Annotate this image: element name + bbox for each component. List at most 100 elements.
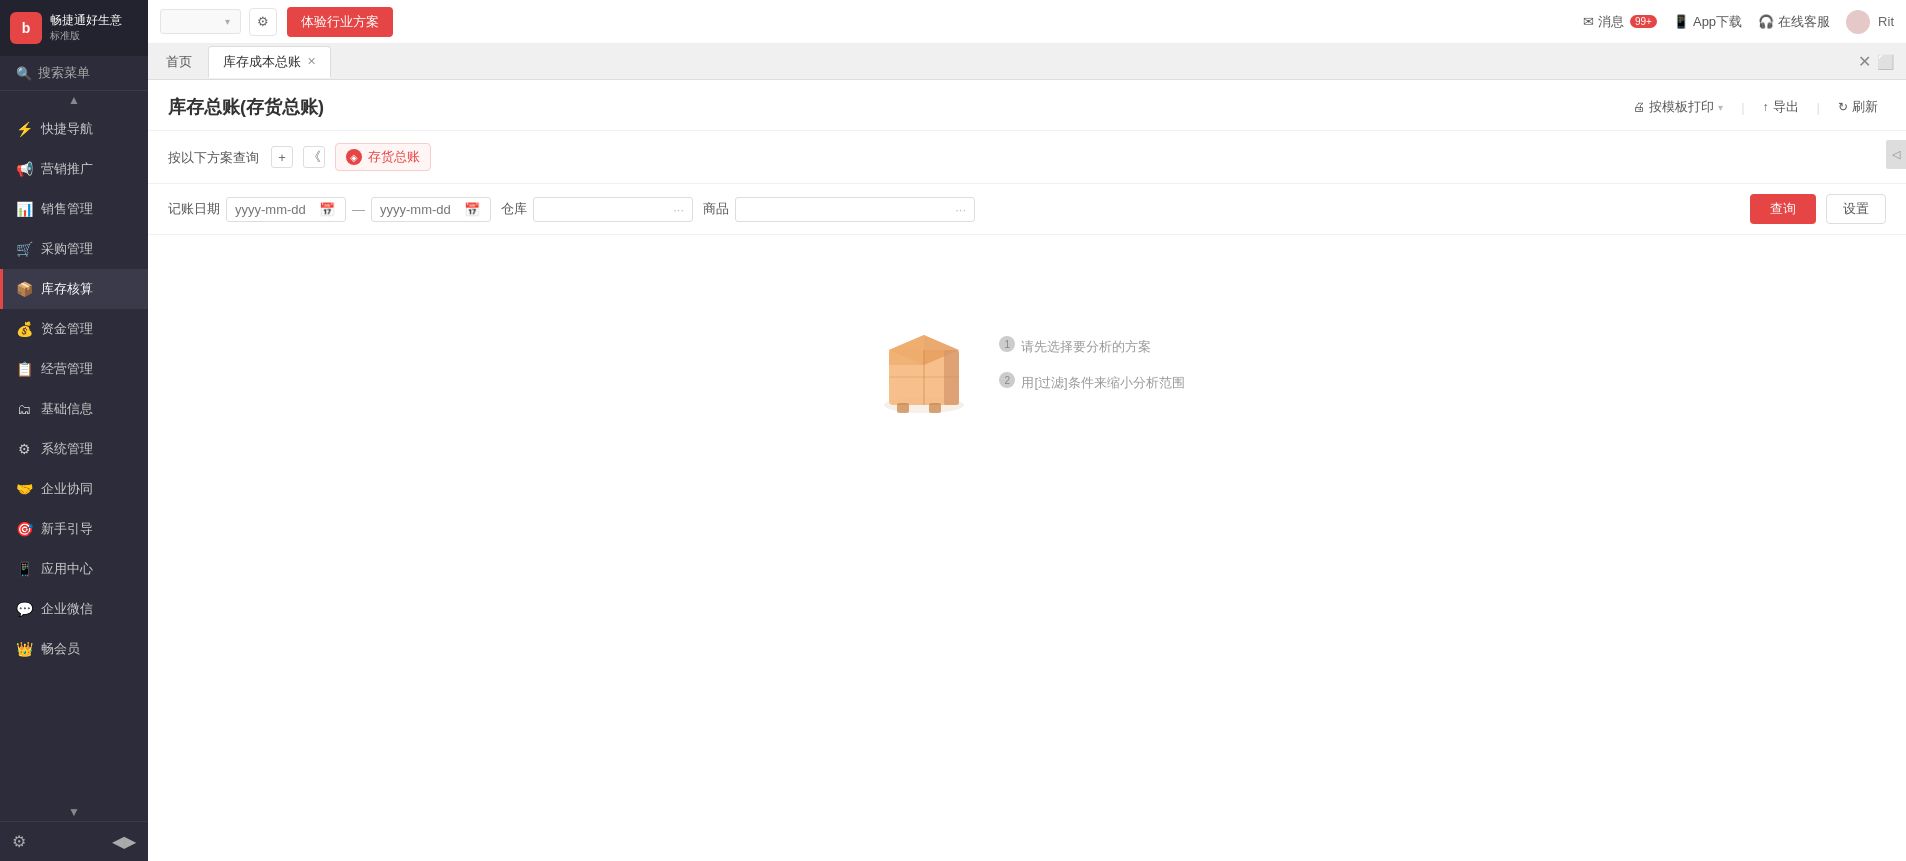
online-service-btn[interactable]: 🎧 在线客服 xyxy=(1758,13,1830,31)
tab-inventory-cost-ledger[interactable]: 库存成本总账 ✕ xyxy=(208,46,331,78)
sidebar-item-sales[interactable]: 📊 销售管理 xyxy=(0,189,148,229)
date-separator: — xyxy=(352,202,365,217)
user-avatar xyxy=(1846,10,1870,34)
quick-nav-nav-icon: ⚡ xyxy=(15,120,33,138)
print-template-btn[interactable]: 🖨 按模板打印 ▾ xyxy=(1625,94,1731,120)
sidebar-item-membership[interactable]: 👑 畅会员 xyxy=(0,629,148,669)
tab-home[interactable]: 首页 xyxy=(152,46,206,78)
page-header: 库存总账(存货总账) 🖨 按模板打印 ▾ | ↑ 导出 | ↻ 刷新 xyxy=(148,80,1906,131)
app-center-nav-label: 应用中心 xyxy=(41,560,93,578)
window-resize-btn[interactable]: ⬜ xyxy=(1877,54,1894,70)
app-download-label: App下载 xyxy=(1693,13,1742,31)
filter-add-btn[interactable]: + xyxy=(271,146,293,168)
calendar-start-icon[interactable]: 📅 xyxy=(319,202,335,217)
date-start-field[interactable] xyxy=(235,202,315,217)
date-end-input[interactable]: 📅 xyxy=(371,197,491,222)
main-area: ▾ ⚙ 体验行业方案 ✉ 消息 99+ 📱 App下载 🎧 在线客服 xyxy=(148,0,1906,861)
svg-rect-7 xyxy=(897,403,909,413)
sidebar-item-quick-nav[interactable]: ⚡ 快捷导航 xyxy=(0,109,148,149)
warehouse-more-icon[interactable]: ··· xyxy=(673,202,684,217)
collapse-sidebar-icon[interactable]: ◀▶ xyxy=(112,832,136,851)
app-center-nav-icon: 📱 xyxy=(15,560,33,578)
product-select[interactable]: ··· xyxy=(735,197,975,222)
beginner-nav-icon: 🎯 xyxy=(15,520,33,538)
date-start-input[interactable]: 📅 xyxy=(226,197,346,222)
basic-info-nav-label: 基础信息 xyxy=(41,400,93,418)
topbar-breadcrumb[interactable]: ▾ xyxy=(160,9,241,34)
inventory-nav-icon: 📦 xyxy=(15,280,33,298)
hint-2-num: 2 xyxy=(999,372,1015,388)
refresh-btn[interactable]: ↻ 刷新 xyxy=(1830,94,1886,120)
search-label: 搜索菜单 xyxy=(38,64,90,82)
tab-home-label: 首页 xyxy=(166,53,192,71)
sidebar-item-inventory[interactable]: 📦 库存核算 xyxy=(0,269,148,309)
purchase-nav-label: 采购管理 xyxy=(41,240,93,258)
finance-nav-label: 资金管理 xyxy=(41,320,93,338)
sidebar-footer: ⚙ ◀▶ xyxy=(0,821,148,861)
filter-collapse-btn[interactable]: 《 xyxy=(303,146,325,168)
page-title: 库存总账(存货总账) xyxy=(168,95,324,119)
warehouse-select[interactable]: ··· xyxy=(533,197,693,222)
page-actions: 🖨 按模板打印 ▾ | ↑ 导出 | ↻ 刷新 xyxy=(1625,94,1886,120)
date-end-field[interactable] xyxy=(380,202,460,217)
sidebar-item-basic-info[interactable]: 🗂 基础信息 xyxy=(0,389,148,429)
sidebar-item-purchase[interactable]: 🛒 采购管理 xyxy=(0,229,148,269)
sidebar-item-enterprise[interactable]: 🤝 企业协同 xyxy=(0,469,148,509)
export-icon: ↑ xyxy=(1763,100,1769,114)
messages-btn[interactable]: ✉ 消息 99+ xyxy=(1583,13,1657,31)
sales-nav-label: 销售管理 xyxy=(41,200,93,218)
empty-state-content: 1 请先选择要分析的方案 2 用[过滤]条件来缩小分析范围 xyxy=(869,315,1184,415)
tab-close-icon[interactable]: ✕ xyxy=(307,55,316,68)
breadcrumb-text xyxy=(171,13,219,30)
print-chevron-icon[interactable]: ▾ xyxy=(1718,102,1723,113)
empty-state-text: 1 请先选择要分析的方案 2 用[过滤]条件来缩小分析范围 xyxy=(999,334,1184,396)
enterprise-nav-label: 企业协同 xyxy=(41,480,93,498)
print-template-label: 按模板打印 xyxy=(1649,98,1714,116)
messages-label: 消息 xyxy=(1598,13,1624,31)
print-icon: 🖨 xyxy=(1633,100,1645,114)
scheme-item-inventory-ledger[interactable]: ◈ 存货总账 xyxy=(335,143,431,171)
refresh-label: 刷新 xyxy=(1852,98,1878,116)
sidebar-item-app-center[interactable]: 📱 应用中心 xyxy=(0,549,148,589)
empty-state-icon xyxy=(869,315,969,415)
export-btn[interactable]: ↑ 导出 xyxy=(1755,94,1807,120)
query-btn[interactable]: 查询 xyxy=(1750,194,1816,224)
marketing-nav-icon: 📢 xyxy=(15,160,33,178)
messages-badge: 99+ xyxy=(1630,15,1657,28)
product-more-icon[interactable]: ··· xyxy=(955,202,966,217)
app-download-btn[interactable]: 📱 App下载 xyxy=(1673,13,1742,31)
scheme-icon: ◈ xyxy=(346,149,362,165)
calendar-end-icon[interactable]: 📅 xyxy=(464,202,480,217)
filter-controls: + 《 ◈ 存货总账 xyxy=(271,143,1886,171)
query-bar: 记账日期 📅 — 📅 仓库 ··· 商品 xyxy=(148,184,1906,235)
sidebar-search[interactable]: 🔍 搜索菜单 xyxy=(0,56,148,91)
sidebar-scroll-up[interactable]: ▲ xyxy=(0,91,148,109)
refresh-icon: ↻ xyxy=(1838,100,1848,114)
settings-footer-icon[interactable]: ⚙ xyxy=(12,832,26,851)
phone-icon: 📱 xyxy=(1673,14,1689,29)
date-label: 记账日期 xyxy=(168,200,220,218)
right-panel-toggle-btn[interactable]: ◁ xyxy=(1886,140,1906,169)
purchase-nav-icon: 🛒 xyxy=(15,240,33,258)
window-close-btn[interactable]: ✕ xyxy=(1858,52,1871,71)
industry-solution-btn[interactable]: 体验行业方案 xyxy=(287,7,393,37)
app-logo-icon: b xyxy=(10,12,42,44)
system-nav-label: 系统管理 xyxy=(41,440,93,458)
sidebar-item-beginner[interactable]: 🎯 新手引导 xyxy=(0,509,148,549)
sidebar-item-finance[interactable]: 💰 资金管理 xyxy=(0,309,148,349)
user-name-display[interactable]: Rit xyxy=(1846,10,1894,34)
warehouse-label: 仓库 xyxy=(501,200,527,218)
tab-inventory-cost-ledger-label: 库存成本总账 xyxy=(223,53,301,71)
app-name-block: 畅捷通好生意 标准版 xyxy=(50,13,122,43)
user-name: Rit xyxy=(1878,14,1894,29)
sidebar-item-marketing[interactable]: 📢 营销推广 xyxy=(0,149,148,189)
svg-rect-8 xyxy=(929,403,941,413)
sidebar-item-wechat[interactable]: 💬 企业微信 xyxy=(0,589,148,629)
sidebar-scroll-down[interactable]: ▼ xyxy=(0,803,148,821)
topbar-settings-btn[interactable]: ⚙ xyxy=(249,8,277,36)
sales-nav-icon: 📊 xyxy=(15,200,33,218)
filter-section: 按以下方案查询 + 《 ◈ 存货总账 xyxy=(148,131,1906,184)
sidebar-item-operations[interactable]: 📋 经营管理 xyxy=(0,349,148,389)
sidebar-item-system[interactable]: ⚙ 系统管理 xyxy=(0,429,148,469)
settings-btn[interactable]: 设置 xyxy=(1826,194,1886,224)
